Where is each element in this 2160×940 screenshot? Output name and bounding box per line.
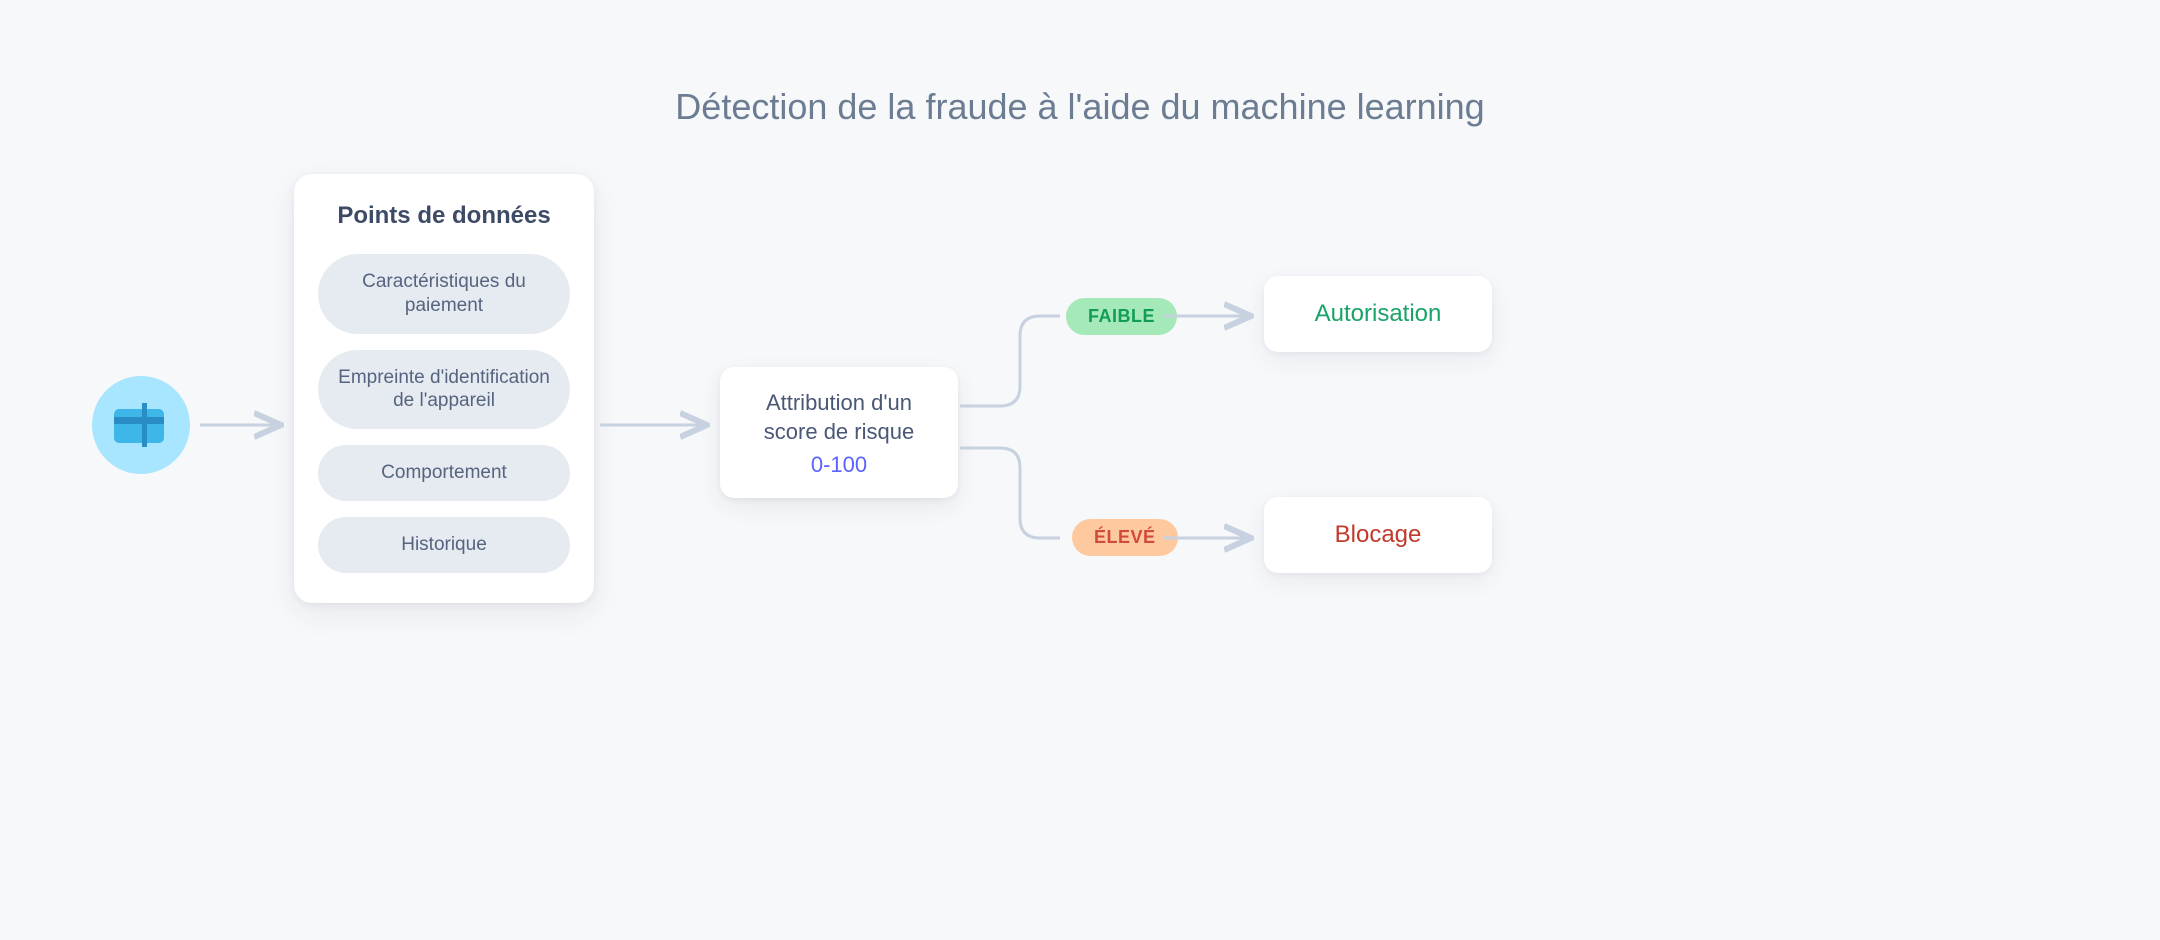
risk-score-card: Attribution d'un score de risque 0-100 [720,367,958,498]
risk-score-label: Attribution d'un score de risque [738,389,940,446]
outcome-block: Blocage [1264,497,1492,573]
connector-line [960,316,1060,406]
credit-card-icon [112,403,170,447]
diagram-title: Détection de la fraude à l'aide du machi… [0,86,2160,128]
datapoint-pill: Empreinte d'identification de l'appareil [318,350,570,430]
datapoint-pill: Historique [318,517,570,573]
risk-score-range: 0-100 [738,452,940,478]
datapoints-heading: Points de données [318,202,570,230]
outcome-authorize: Autorisation [1264,276,1492,352]
datapoint-pill: Comportement [318,445,570,501]
datapoint-pill: Caractéristiques du paiement [318,254,570,334]
connector-line [960,448,1060,538]
datapoints-card: Points de données Caractéristiques du pa… [294,174,594,603]
high-badge: ÉLEVÉ [1072,519,1178,556]
payment-icon [92,376,190,474]
low-badge: FAIBLE [1066,298,1177,335]
